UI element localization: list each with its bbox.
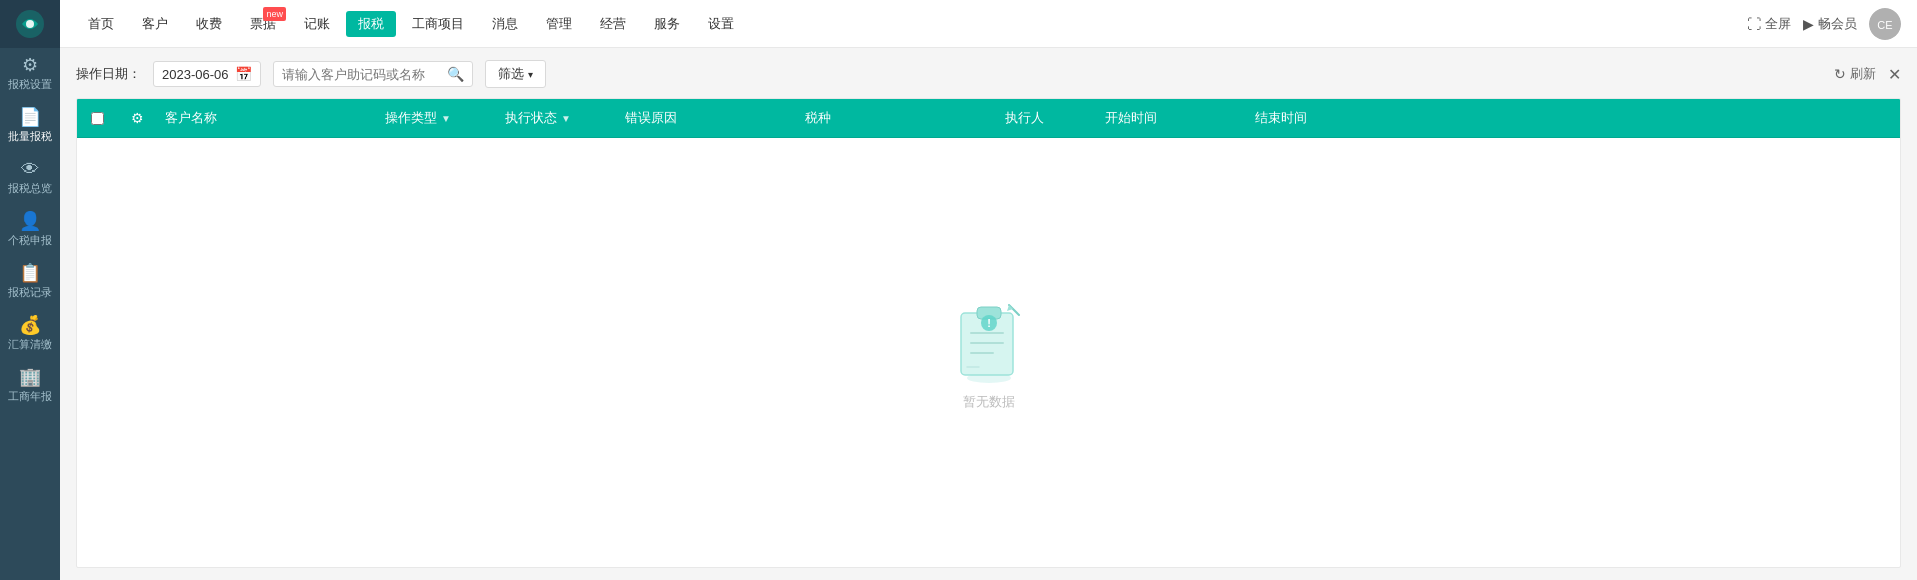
sidebar-item-huisuan-jiaoshu[interactable]: 💰 汇算清缴 (0, 308, 60, 360)
baoshui-zongjian-icon: 👁 (21, 160, 39, 178)
filter-icon-op-type: ▼ (441, 113, 451, 124)
table-container: ⚙ 客户名称 操作类型 ▼ 执行状态 ▼ 错误原因 税种 (76, 98, 1901, 568)
select-all-checkbox[interactable] (91, 112, 104, 125)
search-box[interactable]: 🔍 (273, 61, 473, 87)
th-checkbox[interactable] (77, 99, 117, 137)
th-executor: 执行人 (997, 99, 1097, 137)
topnav-fuwu[interactable]: 服务 (642, 11, 692, 37)
filter-button[interactable]: 筛选 ▾ (485, 60, 546, 88)
search-input[interactable] (282, 67, 447, 82)
topnav-items: 首页 客户 收费 票据 new 记账 报税 工商项目 消息 管理 经营 服务 设… (76, 11, 1747, 37)
content: 操作日期： 2023-06-06 📅 🔍 筛选 ▾ ↻ 刷新 ✕ (60, 48, 1917, 580)
new-badge: new (263, 7, 286, 21)
topnav-xiaoxi[interactable]: 消息 (480, 11, 530, 37)
chevron-down-icon: ▾ (528, 69, 533, 80)
geshuishenqing-icon: 👤 (19, 212, 41, 230)
sidebar-item-baoshui-shezhi[interactable]: ⚙ 报税设置 (0, 48, 60, 100)
date-value: 2023-06-06 (162, 67, 229, 82)
sidebar-item-baoshui-jilu[interactable]: 📋 报税记录 (0, 256, 60, 308)
refresh-button[interactable]: ↻ 刷新 (1834, 65, 1876, 83)
member-icon: ▶ (1803, 16, 1814, 32)
topnav-jingying[interactable]: 经营 (588, 11, 638, 37)
topnav-shezhi[interactable]: 设置 (696, 11, 746, 37)
fullscreen-icon: ⛶ (1747, 16, 1761, 32)
th-end-time: 结束时间 (1247, 99, 1397, 137)
toolbar: 操作日期： 2023-06-06 📅 🔍 筛选 ▾ ↻ 刷新 ✕ (76, 60, 1901, 88)
baoshui-shezhi-icon: ⚙ (22, 56, 38, 74)
topnav-baoshui[interactable]: 报税 (346, 11, 396, 37)
topnav-kehu[interactable]: 客户 (130, 11, 180, 37)
empty-illustration: ! (949, 295, 1029, 385)
sidebar-item-geshuishenqing[interactable]: 👤 个税申报 (0, 204, 60, 256)
member-btn[interactable]: ▶ 畅会员 (1803, 15, 1857, 33)
svg-text:!: ! (987, 317, 991, 329)
huisuan-icon: 💰 (19, 316, 41, 334)
sidebar-logo (0, 0, 60, 48)
sidebar: ⚙ 报税设置 📄 批量报税 👁 报税总览 👤 个税申报 📋 报税记录 💰 汇算清… (0, 0, 60, 580)
fullscreen-btn[interactable]: ⛶ 全屏 (1747, 15, 1791, 33)
sidebar-item-baoshui-zongjian[interactable]: 👁 报税总览 (0, 152, 60, 204)
topnav-piao[interactable]: 票据 new (238, 11, 288, 37)
topnav-right: ⛶ 全屏 ▶ 畅会员 CE (1747, 8, 1901, 40)
empty-text: 暂无数据 (963, 393, 1015, 411)
sidebar-item-gongshang-nianbao[interactable]: 🏢 工商年报 (0, 360, 60, 412)
calendar-icon: 📅 (235, 66, 252, 82)
search-icon: 🔍 (447, 66, 464, 82)
main-area: 首页 客户 收费 票据 new 记账 报税 工商项目 消息 管理 经营 服务 设… (60, 0, 1917, 580)
piliang-baoshui-icon: 📄 (19, 108, 41, 126)
topnav: 首页 客户 收费 票据 new 记账 报税 工商项目 消息 管理 经营 服务 设… (60, 0, 1917, 48)
empty-state: ! 暂无数据 (949, 295, 1029, 411)
topnav-zhang[interactable]: 记账 (292, 11, 342, 37)
close-button[interactable]: ✕ (1888, 65, 1901, 84)
topnav-gongshang[interactable]: 工商项目 (400, 11, 476, 37)
topnav-shoufei[interactable]: 收费 (184, 11, 234, 37)
svg-point-1 (26, 20, 34, 28)
gongshang-nianbao-icon: 🏢 (19, 368, 41, 386)
th-error-reason: 错误原因 (617, 99, 797, 137)
refresh-icon: ↻ (1834, 66, 1846, 82)
avatar[interactable]: CE (1869, 8, 1901, 40)
settings-icon: ⚙ (131, 110, 144, 126)
toolbar-right: ↻ 刷新 ✕ (1834, 65, 1901, 84)
date-label: 操作日期： (76, 65, 141, 83)
baoshui-jilu-icon: 📋 (19, 264, 41, 282)
topnav-guanli[interactable]: 管理 (534, 11, 584, 37)
table-header: ⚙ 客户名称 操作类型 ▼ 执行状态 ▼ 错误原因 税种 (77, 99, 1900, 138)
sidebar-item-piliang-baoshui[interactable]: 📄 批量报税 (0, 100, 60, 152)
date-picker[interactable]: 2023-06-06 📅 (153, 61, 261, 87)
th-settings[interactable]: ⚙ (117, 99, 157, 137)
table-body: ! 暂无数据 (77, 138, 1900, 567)
svg-text:CE: CE (1877, 19, 1892, 31)
th-op-type[interactable]: 操作类型 ▼ (377, 99, 497, 137)
th-exec-status[interactable]: 执行状态 ▼ (497, 99, 617, 137)
topnav-home[interactable]: 首页 (76, 11, 126, 37)
th-start-time: 开始时间 (1097, 99, 1247, 137)
th-customer: 客户名称 (157, 99, 377, 137)
filter-icon-exec-status: ▼ (561, 113, 571, 124)
th-tax-type: 税种 (797, 99, 997, 137)
